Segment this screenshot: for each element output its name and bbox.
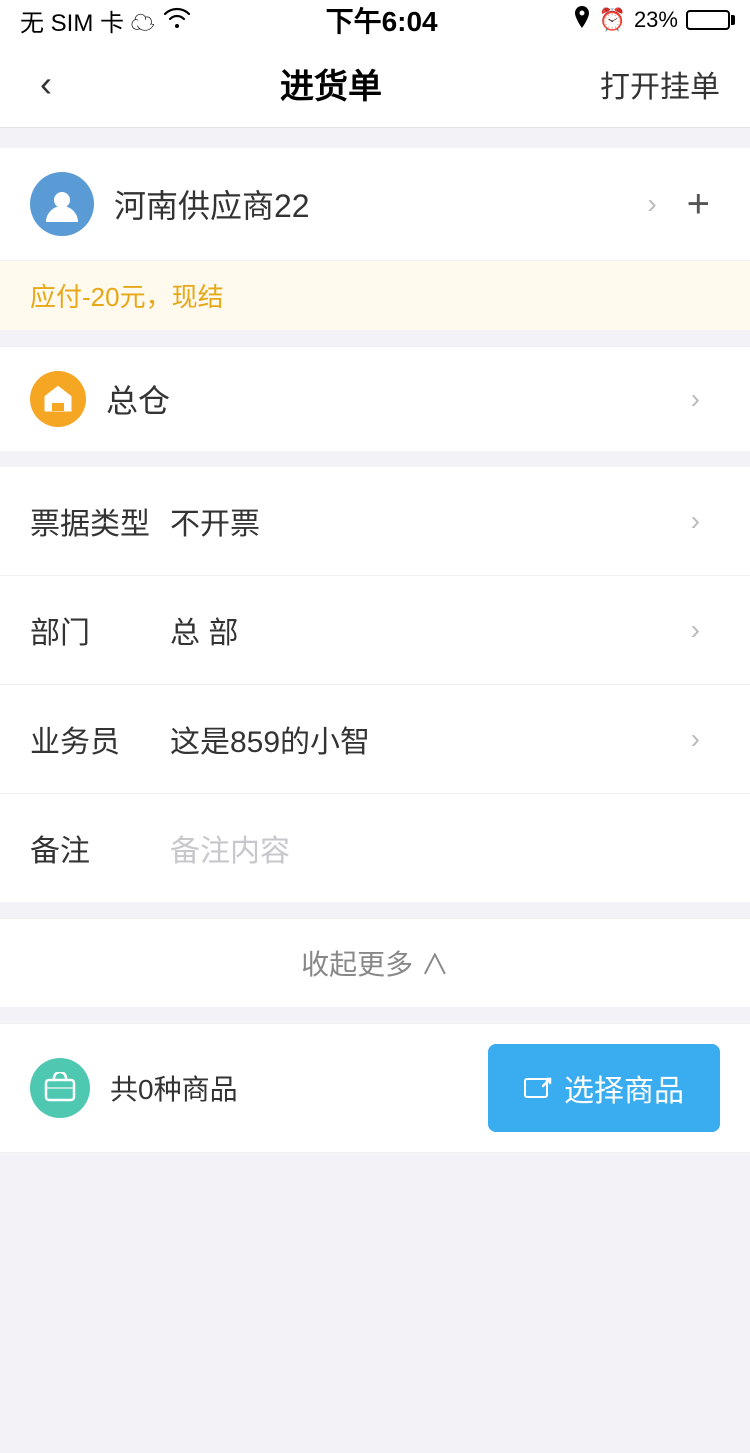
warehouse-icon [30, 371, 86, 427]
warehouse-chevron-icon: › [691, 383, 700, 415]
notice-bar: 应付-20元，现结 [0, 261, 750, 330]
status-bar: 无 SIM 卡 ☁ 下午6:04 ⏰ 23% [0, 0, 750, 40]
collapse-label: 收起更多 ∧ [301, 949, 449, 980]
remark-input[interactable]: 备注内容 [170, 826, 720, 870]
wifi-icon [163, 6, 191, 35]
supplier-name: 河南供应商22 [114, 181, 647, 227]
alarm-icon: ⏰ [599, 7, 626, 33]
status-time: 下午6:04 [326, 0, 438, 40]
status-left: 无 SIM 卡 ☁ [20, 3, 191, 38]
collapse-button[interactable]: 收起更多 ∧ [0, 918, 750, 1007]
supplier-row[interactable]: 河南供应商22 › + [0, 148, 750, 261]
cart-icon [30, 1058, 90, 1118]
notice-text: 应付-20元，现结 [30, 282, 224, 312]
supplier-card: 河南供应商22 › + 应付-20元，现结 [0, 148, 750, 330]
invoice-value: 不开票 [170, 499, 691, 543]
supplier-avatar [30, 172, 94, 236]
battery-text: 23% [634, 7, 678, 33]
invoice-row[interactable]: 票据类型 不开票 › [0, 467, 750, 576]
department-chevron-icon: › [691, 614, 700, 646]
page-background [0, 1153, 750, 1453]
warehouse-row[interactable]: 总仓 › [0, 346, 750, 451]
remark-label: 备注 [30, 826, 170, 870]
invoice-chevron-icon: › [691, 505, 700, 537]
invoice-label: 票据类型 [30, 499, 170, 543]
salesperson-row[interactable]: 业务员 这是859的小智 › [0, 685, 750, 794]
sim-indicator: 无 SIM 卡 ☁ [20, 3, 155, 38]
battery-icon [686, 10, 730, 30]
department-value: 总 部 [170, 608, 691, 652]
back-button[interactable]: ‹ [30, 53, 62, 115]
department-label: 部门 [30, 608, 170, 652]
top-divider [0, 128, 750, 148]
add-supplier-button[interactable]: + [677, 182, 720, 227]
bottom-bar: 共0种商品 选择商品 [0, 1023, 750, 1153]
status-right: ⏰ 23% [573, 6, 730, 34]
product-count: 共0种商品 [110, 1068, 488, 1108]
warehouse-name: 总仓 [106, 376, 691, 422]
remark-row[interactable]: 备注 备注内容 [0, 794, 750, 902]
supplier-chevron-icon: › [647, 188, 656, 220]
form-section: 票据类型 不开票 › 部门 总 部 › 业务员 这是859的小智 › 备注 备注… [0, 467, 750, 902]
salesperson-chevron-icon: › [691, 723, 700, 755]
salesperson-value: 这是859的小智 [170, 717, 691, 761]
location-icon [573, 6, 591, 34]
select-product-label: 选择商品 [564, 1066, 684, 1110]
warehouse-card: 总仓 › [0, 346, 750, 451]
page-title: 进货单 [280, 59, 382, 108]
nav-bar: ‹ 进货单 打开挂单 [0, 40, 750, 128]
open-pending-button[interactable]: 打开挂单 [600, 62, 720, 106]
salesperson-label: 业务员 [30, 717, 170, 761]
department-row[interactable]: 部门 总 部 › [0, 576, 750, 685]
select-product-button[interactable]: 选择商品 [488, 1044, 720, 1132]
